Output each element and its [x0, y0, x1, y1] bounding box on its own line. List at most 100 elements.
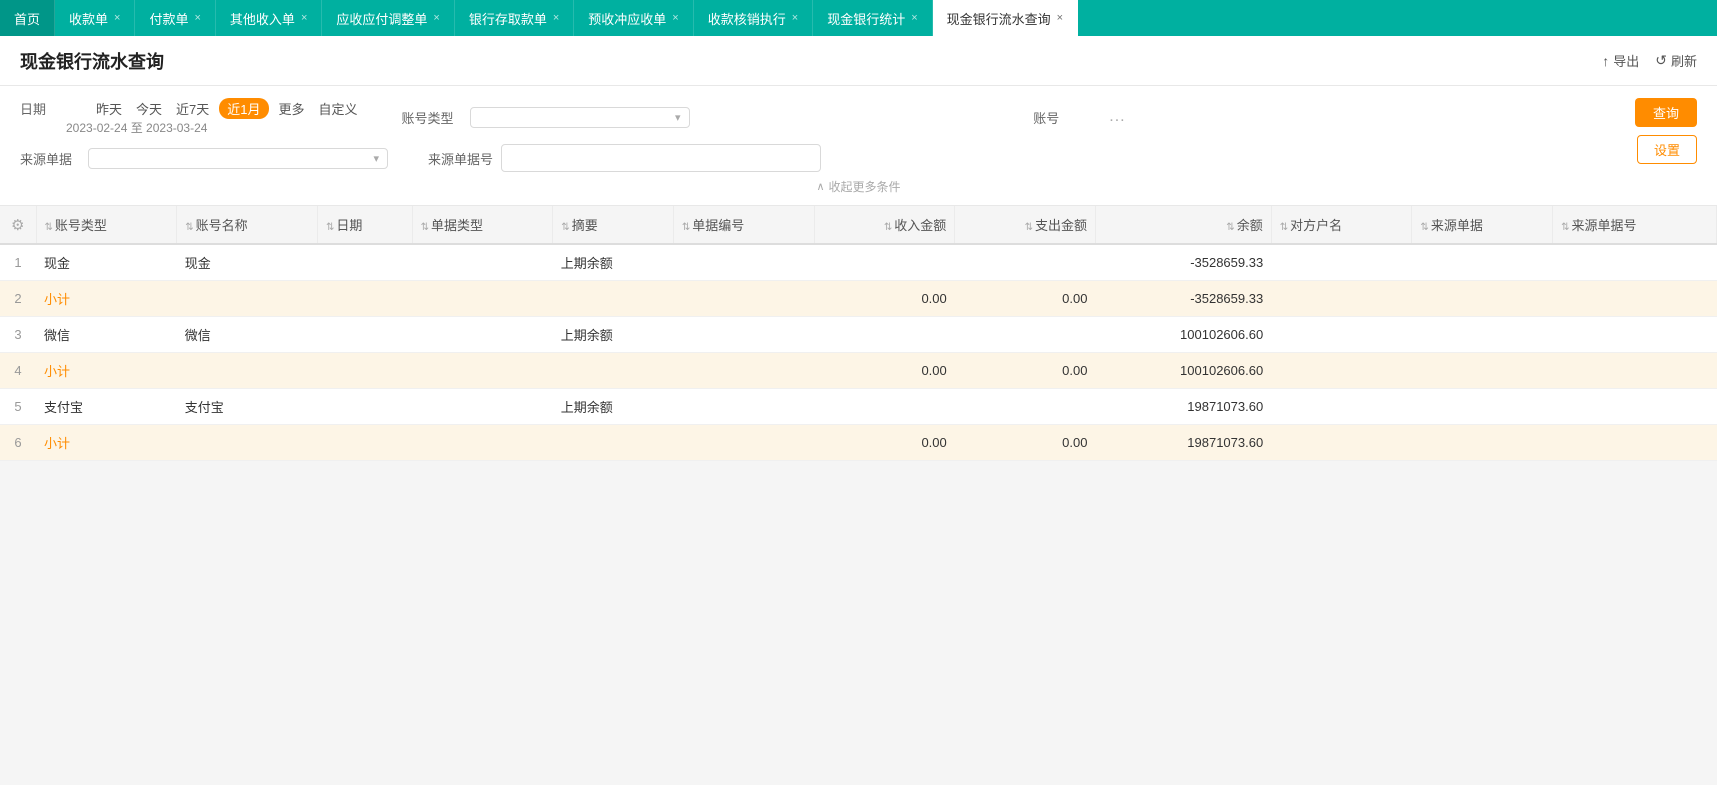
cell-source-docno	[1553, 389, 1717, 425]
date-filter-section: 日期 昨天 今天 近7天 近1月 更多 自定义 2023-02-24 至 202…	[20, 98, 362, 136]
cell-income	[814, 244, 955, 281]
source-doc-select[interactable]: ▾	[88, 148, 388, 169]
nav-tab-label: 银行存取款单	[469, 9, 547, 28]
account-dots-button[interactable]: ...	[1109, 108, 1125, 126]
cell-income: 0.00	[814, 425, 955, 461]
cell-counterpart	[1271, 389, 1412, 425]
table-row: 6小计0.000.0019871073.60	[0, 425, 1717, 461]
col-expense[interactable]: ⇅支出金额	[955, 206, 1096, 244]
source-docno-input[interactable]	[501, 144, 821, 172]
col-account-name[interactable]: ⇅账号名称	[177, 206, 318, 244]
filter-area: 日期 昨天 今天 近7天 近1月 更多 自定义 2023-02-24 至 202…	[0, 86, 1717, 206]
col-account-type[interactable]: ⇅账号类型	[36, 206, 177, 244]
nav-tab-close[interactable]: ×	[792, 12, 798, 24]
cell-account-name: 现金	[177, 244, 318, 281]
cell-date	[317, 244, 412, 281]
nav-tab-close[interactable]: ×	[911, 12, 917, 24]
date-opt-today[interactable]: 今天	[132, 98, 166, 119]
nav-tab-close[interactable]: ×	[194, 12, 200, 24]
cell-doc-type	[412, 281, 553, 317]
nav-tab-label: 应收应付调整单	[336, 9, 427, 28]
date-opt-1month[interactable]: 近1月	[219, 98, 268, 119]
cell-summary	[553, 353, 674, 389]
nav-tab-close[interactable]: ×	[553, 12, 559, 24]
date-opt-custom[interactable]: 自定义	[315, 98, 362, 119]
query-button[interactable]: 查询	[1635, 98, 1697, 127]
cell-doc-no	[673, 353, 814, 389]
gear-icon[interactable]: ⚙	[11, 217, 24, 234]
cell-income: 0.00	[814, 281, 955, 317]
export-icon: ↑	[1602, 53, 1609, 69]
col-balance[interactable]: ⇅余额	[1095, 206, 1271, 244]
nav-tab-yinhangcunqu[interactable]: 银行存取款单 ×	[455, 0, 574, 36]
col-doc-type[interactable]: ⇅单据类型	[412, 206, 553, 244]
nav-tab-tongji[interactable]: 现金银行统计 ×	[813, 0, 932, 36]
nav-tab-shoukuanzhixing[interactable]: 收款核销执行 ×	[694, 0, 813, 36]
nav-tab-fukuandan[interactable]: 付款单 ×	[135, 0, 215, 36]
cell-date	[317, 353, 412, 389]
table-row: 3微信微信上期余额100102606.60	[0, 317, 1717, 353]
cell-balance: 100102606.60	[1095, 353, 1271, 389]
col-doc-no[interactable]: ⇅单据编号	[673, 206, 814, 244]
col-date[interactable]: ⇅日期	[317, 206, 412, 244]
cell-row-num: 5	[0, 389, 36, 425]
nav-tab-shoukuandan[interactable]: 收款单 ×	[55, 0, 135, 36]
cell-date	[317, 281, 412, 317]
collapse-up-icon: ∧	[816, 180, 824, 193]
date-opt-7days[interactable]: 近7天	[172, 98, 213, 119]
collapse-bar[interactable]: ∧ 收起更多条件	[20, 174, 1697, 197]
nav-tab-label: 其他收入单	[230, 9, 295, 28]
refresh-icon: ↺	[1655, 52, 1667, 69]
cell-account-type: 微信	[36, 317, 177, 353]
nav-tab-label: 付款单	[149, 9, 188, 28]
page-title: 现金银行流水查询	[20, 48, 164, 74]
cell-doc-no	[673, 389, 814, 425]
nav-tab-close[interactable]: ×	[672, 12, 678, 24]
cell-doc-type	[412, 353, 553, 389]
nav-tab-close[interactable]: ×	[433, 12, 439, 24]
cell-account-name	[177, 425, 318, 461]
export-button[interactable]: ↑ 导出	[1602, 51, 1639, 70]
cell-account-type: 小计	[36, 353, 177, 389]
account-no-section: 账号 ...	[1033, 108, 1625, 127]
cell-income	[814, 389, 955, 425]
account-type-select[interactable]: ▾	[470, 107, 690, 128]
nav-tab-close[interactable]: ×	[301, 12, 307, 24]
cell-account-type: 小计	[36, 281, 177, 317]
source-doc-group: 来源单据 ▾	[20, 148, 388, 169]
nav-home[interactable]: 首页	[0, 0, 55, 36]
source-docno-group: 来源单据号	[428, 144, 821, 172]
cell-doc-no	[673, 425, 814, 461]
table-row: 5支付宝支付宝上期余额19871073.60	[0, 389, 1717, 425]
cell-date	[317, 425, 412, 461]
refresh-button[interactable]: ↺ 刷新	[1655, 51, 1697, 70]
nav-tab-close[interactable]: ×	[1057, 12, 1063, 24]
nav-tab-yushoufanying[interactable]: 预收冲应收单 ×	[574, 0, 693, 36]
cell-counterpart	[1271, 244, 1412, 281]
cell-summary: 上期余额	[553, 244, 674, 281]
cell-doc-type	[412, 244, 553, 281]
cell-row-num: 1	[0, 244, 36, 281]
settings-button[interactable]: 设置	[1637, 135, 1697, 164]
nav-tab-tiaozhendan[interactable]: 应收应付调整单 ×	[322, 0, 454, 36]
col-summary[interactable]: ⇅摘要	[553, 206, 674, 244]
cell-doc-no	[673, 244, 814, 281]
cell-summary: 上期余额	[553, 389, 674, 425]
nav-tab-close[interactable]: ×	[114, 12, 120, 24]
col-income[interactable]: ⇅收入金额	[814, 206, 955, 244]
top-nav: 首页 收款单 × 付款单 × 其他收入单 × 应收应付调整单 × 银行存取款单 …	[0, 0, 1717, 36]
col-source-doc[interactable]: ⇅来源单据	[1412, 206, 1553, 244]
date-opt-more[interactable]: 更多	[275, 98, 309, 119]
nav-tab-liushui[interactable]: 现金银行流水查询 ×	[933, 0, 1078, 36]
date-opt-yesterday[interactable]: 昨天	[92, 98, 126, 119]
col-source-docno[interactable]: ⇅来源单据号	[1553, 206, 1717, 244]
col-counterpart[interactable]: ⇅对方户名	[1271, 206, 1412, 244]
export-label: 导出	[1613, 51, 1639, 70]
cell-source-docno	[1553, 281, 1717, 317]
nav-tab-qitashouru[interactable]: 其他收入单 ×	[216, 0, 322, 36]
cell-account-type: 支付宝	[36, 389, 177, 425]
source-docno-label: 来源单据号	[428, 149, 493, 168]
nav-tab-label: 现金银行统计	[827, 9, 905, 28]
cell-counterpart	[1271, 425, 1412, 461]
col-gear[interactable]: ⚙	[0, 206, 36, 244]
